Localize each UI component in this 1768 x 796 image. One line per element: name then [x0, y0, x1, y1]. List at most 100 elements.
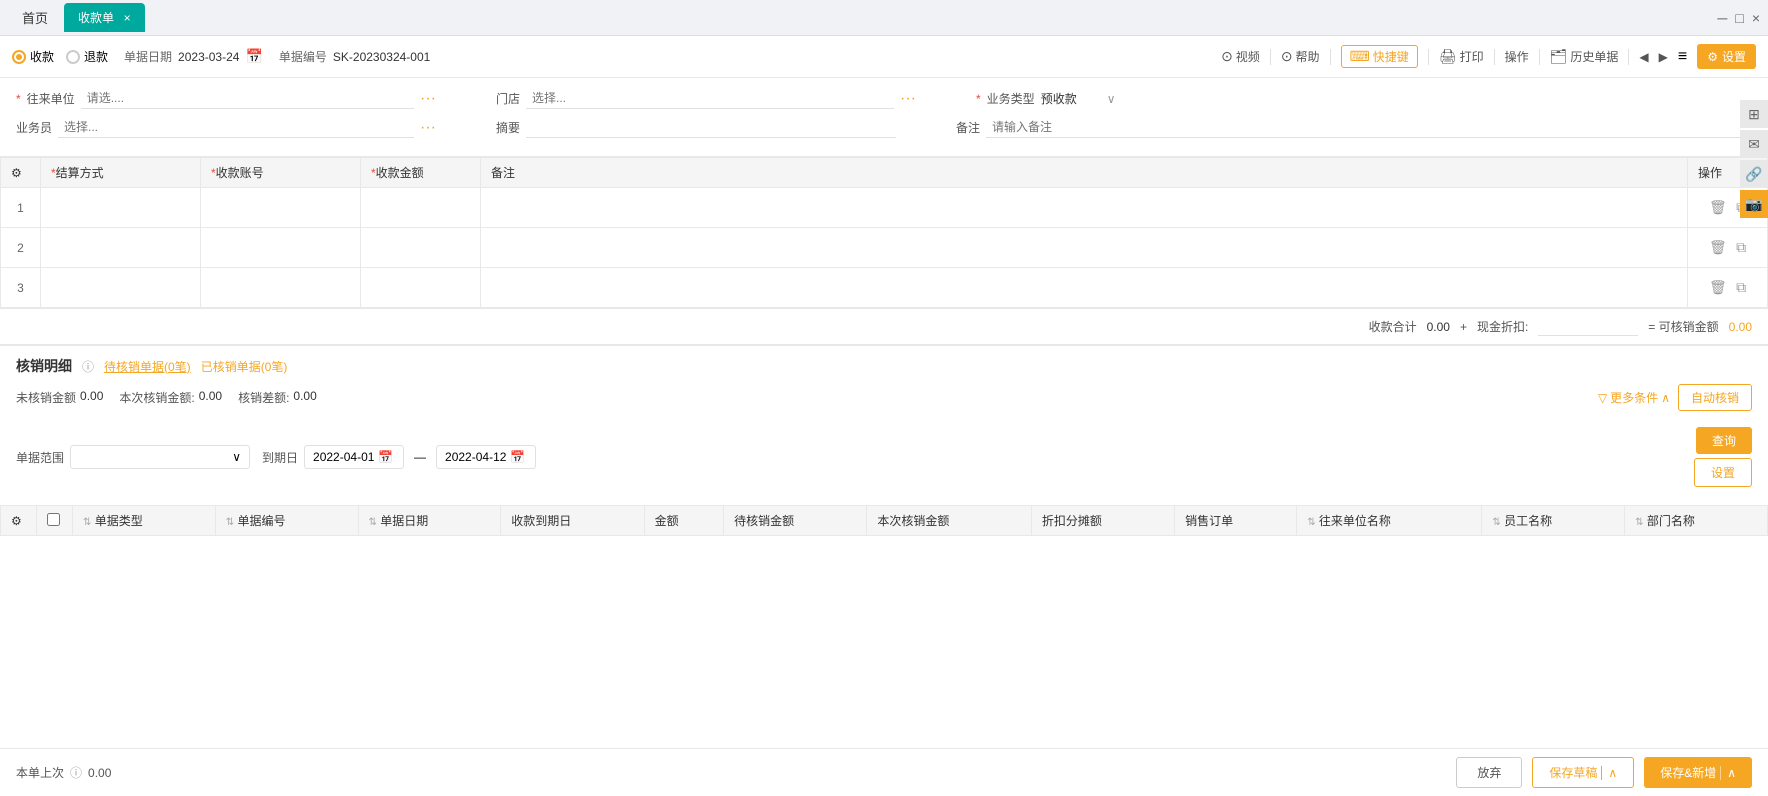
row-1-remark[interactable] — [481, 188, 1688, 228]
tab-home[interactable]: 首页 — [8, 2, 62, 33]
radio-refund[interactable]: 退款 — [66, 48, 108, 65]
close-icon[interactable]: × — [1752, 10, 1760, 26]
video-btn[interactable]: ⊙ 视频 — [1221, 48, 1260, 65]
divider1 — [1270, 49, 1271, 65]
table-gear-header[interactable]: ⚙ — [1, 158, 41, 188]
save-new-dropdown-icon[interactable]: ∧ — [1720, 766, 1736, 780]
copy-icon-2[interactable]: ⧉ — [1736, 239, 1746, 255]
save-new-button[interactable]: 保存&新增 ∧ — [1644, 757, 1752, 788]
remark-input[interactable] — [986, 117, 1752, 138]
row-1-amount[interactable] — [361, 188, 481, 228]
main-content: 收款 退款 单据日期 2023-03-24 📅 单据编号 SK-20230324… — [0, 36, 1768, 796]
row-3-method[interactable] — [41, 268, 201, 308]
store-more-icon[interactable]: ··· — [900, 90, 916, 108]
sidebar-email-icon[interactable]: ✉ — [1740, 130, 1768, 158]
print-btn[interactable]: 🖨 打印 — [1439, 48, 1484, 65]
counterpart-field: * 往来单位 ··· — [16, 88, 436, 109]
counterpart-input[interactable] — [81, 88, 414, 109]
next-icon[interactable]: ▶ — [1659, 50, 1668, 64]
prev-icon[interactable]: ◀ — [1639, 50, 1648, 64]
query-btn[interactable]: 查询 — [1696, 427, 1752, 454]
minimize-icon[interactable]: ─ — [1717, 10, 1727, 26]
date-from-input[interactable]: 2022-04-01 📅 — [304, 445, 404, 469]
receipt-table: ⚙ *结算方式 *收款账号 *收款金额 备注 操作 1 — [0, 157, 1768, 308]
row-2-account[interactable] — [201, 228, 361, 268]
counterpart-more-icon[interactable]: ··· — [420, 90, 436, 108]
verify-info-icon[interactable]: ⓘ — [82, 358, 94, 375]
row-2-amount[interactable] — [361, 228, 481, 268]
row-2-ops: 🗑 ⧉ — [1688, 228, 1768, 268]
sidebar-link-icon[interactable]: 🔗 — [1740, 160, 1768, 188]
radio-receipt[interactable]: 收款 — [12, 48, 54, 65]
row-3-account[interactable] — [201, 268, 361, 308]
done-tab[interactable]: 已核销单据(0笔) — [201, 358, 288, 375]
bt-th-counterpart: ⇅ 往来单位名称 — [1297, 506, 1482, 536]
verify-section: 核销明细 ⓘ 待核销单据(0笔) 已核销单据(0笔) 未核销金额 0.00 本次… — [0, 344, 1768, 505]
sidebar-camera-icon[interactable]: 📷 — [1740, 190, 1768, 218]
row-2-method[interactable] — [41, 228, 201, 268]
verify-header: 核销明细 ⓘ 待核销单据(0笔) 已核销单据(0笔) — [16, 356, 1752, 376]
help-btn[interactable]: ⊙ 帮助 — [1281, 48, 1320, 65]
bt-th-amount: 金额 — [644, 506, 724, 536]
salesperson-input[interactable] — [58, 117, 414, 138]
number-field: 单据编号 SK-20230324-001 — [279, 48, 430, 65]
sidebar-table-icon[interactable]: ⊞ — [1740, 100, 1768, 128]
gear-icon: ⚙ — [1707, 50, 1718, 64]
discount-input[interactable] — [1538, 317, 1638, 336]
row-3-remark[interactable] — [481, 268, 1688, 308]
footer-right: 放弃 保存草稿 ∧ 保存&新增 ∧ — [1456, 757, 1752, 788]
date-to-input[interactable]: 2022-04-12 📅 — [436, 445, 536, 469]
save-draft-dropdown-icon[interactable]: ∧ — [1601, 766, 1617, 780]
bt-th-number: ⇅ 单据编号 — [215, 506, 358, 536]
print-icon: 🖨 — [1439, 48, 1457, 65]
shortcut-btn[interactable]: ⌨ 快捷键 — [1341, 45, 1418, 68]
save-draft-button[interactable]: 保存草稿 ∧ — [1532, 757, 1634, 788]
filter-icon: ▽ — [1598, 391, 1607, 405]
more-conditions-btn[interactable]: ▽ 更多条件 ∧ — [1598, 389, 1670, 406]
row-1-account[interactable] — [201, 188, 361, 228]
tab-receipt[interactable]: 收款单 × — [64, 3, 145, 32]
bt-th-discount: 折扣分摊额 — [1031, 506, 1174, 536]
th-method: *结算方式 — [41, 158, 201, 188]
salesperson-more-icon[interactable]: ··· — [420, 119, 436, 137]
row-3-amount[interactable] — [361, 268, 481, 308]
business-type-field: * 业务类型 预收款 ∨ — [976, 90, 1752, 107]
bt-th-check[interactable] — [37, 506, 73, 536]
carry-info-icon[interactable]: ⓘ — [70, 764, 82, 781]
delete-icon-3[interactable]: 🗑 — [1709, 279, 1727, 295]
auto-verify-btn[interactable]: 自动核销 — [1678, 384, 1752, 411]
table-row: 3 🗑 ⧉ — [1, 268, 1768, 308]
delete-icon-1[interactable]: 🗑 — [1709, 199, 1727, 215]
maximize-icon[interactable]: □ — [1735, 10, 1743, 26]
bt-th-gear[interactable]: ⚙ — [1, 506, 37, 536]
list-view-icon[interactable]: ≡ — [1678, 48, 1687, 66]
bt-th-dept: ⇅ 部门名称 — [1625, 506, 1768, 536]
operation-btn[interactable]: 操作 — [1505, 48, 1529, 65]
verify-stats: 未核销金额 0.00 本次核销金额: 0.00 核销差额: 0.00 ▽ 更多条… — [16, 384, 1752, 411]
business-type-dropdown-icon[interactable]: ∨ — [1107, 92, 1116, 106]
row-1-method[interactable] — [41, 188, 201, 228]
store-input[interactable] — [526, 88, 894, 109]
bottom-table-section: ⚙ ⇅ 单据类型 ⇅ 单据编号 ⇅ 单据日期 收款到期日 金额 待 — [0, 505, 1768, 748]
abandon-button[interactable]: 放弃 — [1456, 757, 1522, 788]
setting-button[interactable]: ⚙ 设置 — [1697, 44, 1756, 69]
range-select[interactable]: ∨ — [70, 445, 250, 469]
history-btn[interactable]: 🗂 历史单据 — [1550, 48, 1619, 65]
toolbar-right: ⊙ 视频 ⊙ 帮助 ⌨ 快捷键 🖨 打印 操作 — [1221, 44, 1756, 69]
bottom-table: ⚙ ⇅ 单据类型 ⇅ 单据编号 ⇅ 单据日期 收款到期日 金额 待 — [0, 505, 1768, 536]
tab-close-icon[interactable]: × — [124, 11, 131, 25]
th-remark: 备注 — [481, 158, 1688, 188]
summary-input[interactable] — [526, 117, 896, 138]
row-2-remark[interactable] — [481, 228, 1688, 268]
copy-icon-3[interactable]: ⧉ — [1736, 279, 1746, 295]
calendar-to-icon: 📅 — [510, 450, 525, 464]
help-icon: ⊙ — [1281, 48, 1293, 65]
calendar-icon[interactable]: 📅 — [245, 48, 262, 65]
filter-setting-btn[interactable]: 设置 — [1694, 458, 1752, 487]
row-num-3: 3 — [1, 268, 41, 308]
delete-icon-2[interactable]: 🗑 — [1709, 239, 1727, 255]
bt-th-date: ⇅ 单据日期 — [358, 506, 501, 536]
right-sidebar: ⊞ ✉ 🔗 📷 — [1740, 100, 1768, 218]
pending-tab[interactable]: 待核销单据(0笔) — [104, 358, 191, 375]
select-all-checkbox[interactable] — [47, 513, 60, 526]
